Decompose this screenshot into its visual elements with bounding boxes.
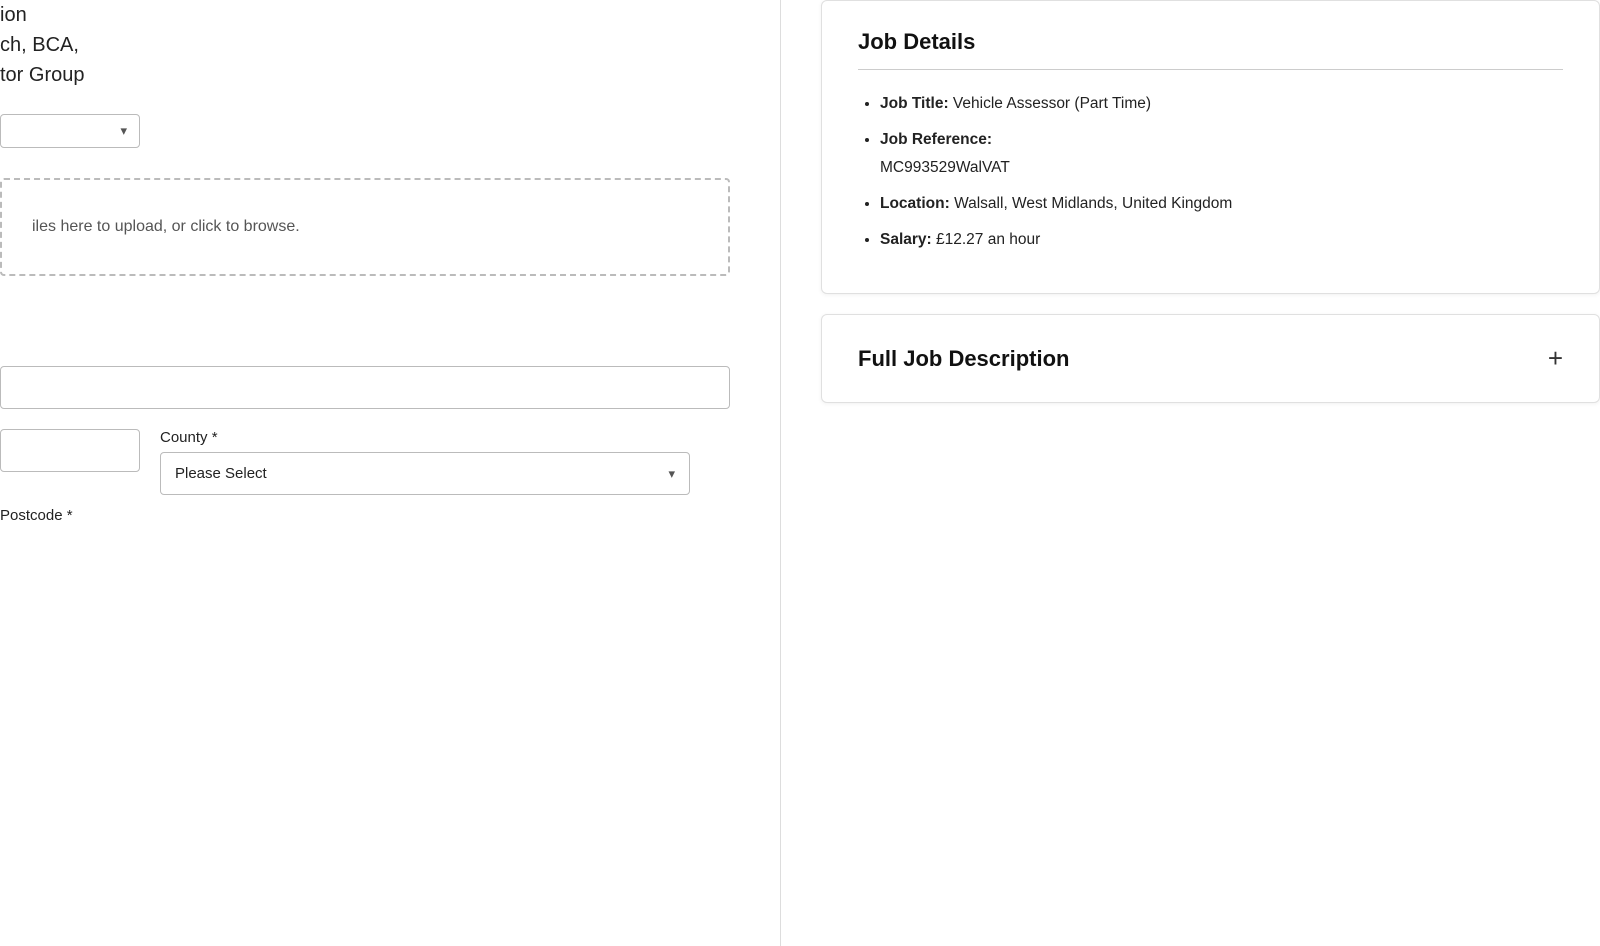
job-details-list: Job Title: Vehicle Assessor (Part Time) …	[858, 90, 1563, 253]
upload-text: iles here to upload, or click to browse.	[32, 218, 300, 235]
postcode-label: Postcode *	[0, 507, 740, 524]
salary-item: Salary: £12.27 an hour	[880, 226, 1563, 254]
city-field-group	[0, 429, 140, 472]
address-row: County * Please Select ▾	[0, 429, 740, 495]
full-desc-title: Full Job Description	[858, 346, 1069, 372]
expand-icon: +	[1548, 343, 1563, 374]
left-panel: ion ch, BCA, tor Group ▾ iles here to up…	[0, 0, 780, 946]
city-input[interactable]	[0, 429, 140, 472]
job-title-value: Vehicle Assessor (Part Time)	[953, 95, 1151, 112]
right-panel: Job Details Job Title: Vehicle Assessor …	[781, 0, 1600, 946]
county-label: County *	[160, 429, 690, 446]
full-job-description-card[interactable]: Full Job Description +	[821, 314, 1600, 403]
address-line-input[interactable]	[0, 366, 730, 409]
salary-value: £12.27 an hour	[936, 231, 1040, 248]
spacer	[0, 306, 740, 366]
small-dropdown-chevron: ▾	[120, 123, 127, 139]
location-item: Location: Walsall, West Midlands, United…	[880, 190, 1563, 218]
file-upload-area[interactable]: iles here to upload, or click to browse.	[0, 178, 730, 276]
job-details-heading: Job Details	[858, 29, 1563, 55]
job-title-label: Job Title:	[880, 95, 949, 112]
county-dropdown[interactable]: Please Select ▾	[160, 452, 690, 495]
county-dropdown-chevron: ▾	[668, 466, 675, 482]
small-dropdown[interactable]: ▾	[0, 114, 140, 148]
small-dropdown-wrapper: ▾	[0, 114, 740, 148]
card-divider	[858, 69, 1563, 70]
company-text-line1: ion	[0, 0, 740, 30]
county-field-group: County * Please Select ▾	[160, 429, 690, 495]
company-text-line2: ch, BCA,	[0, 30, 740, 60]
location-label: Location:	[880, 195, 950, 212]
company-text-line3: tor Group	[0, 60, 740, 90]
job-title-item: Job Title: Vehicle Assessor (Part Time)	[880, 90, 1563, 118]
location-value: Walsall, West Midlands, United Kingdom	[954, 195, 1232, 212]
county-dropdown-value: Please Select	[175, 465, 267, 482]
salary-label: Salary:	[880, 231, 932, 248]
job-details-card: Job Details Job Title: Vehicle Assessor …	[821, 0, 1600, 294]
job-ref-label: Job Reference:	[880, 131, 992, 148]
company-info-text: ion ch, BCA, tor Group	[0, 0, 740, 98]
job-ref-item: Job Reference: MC993529WalVAT	[880, 126, 1563, 182]
job-ref-value: MC993529WalVAT	[880, 159, 1010, 176]
